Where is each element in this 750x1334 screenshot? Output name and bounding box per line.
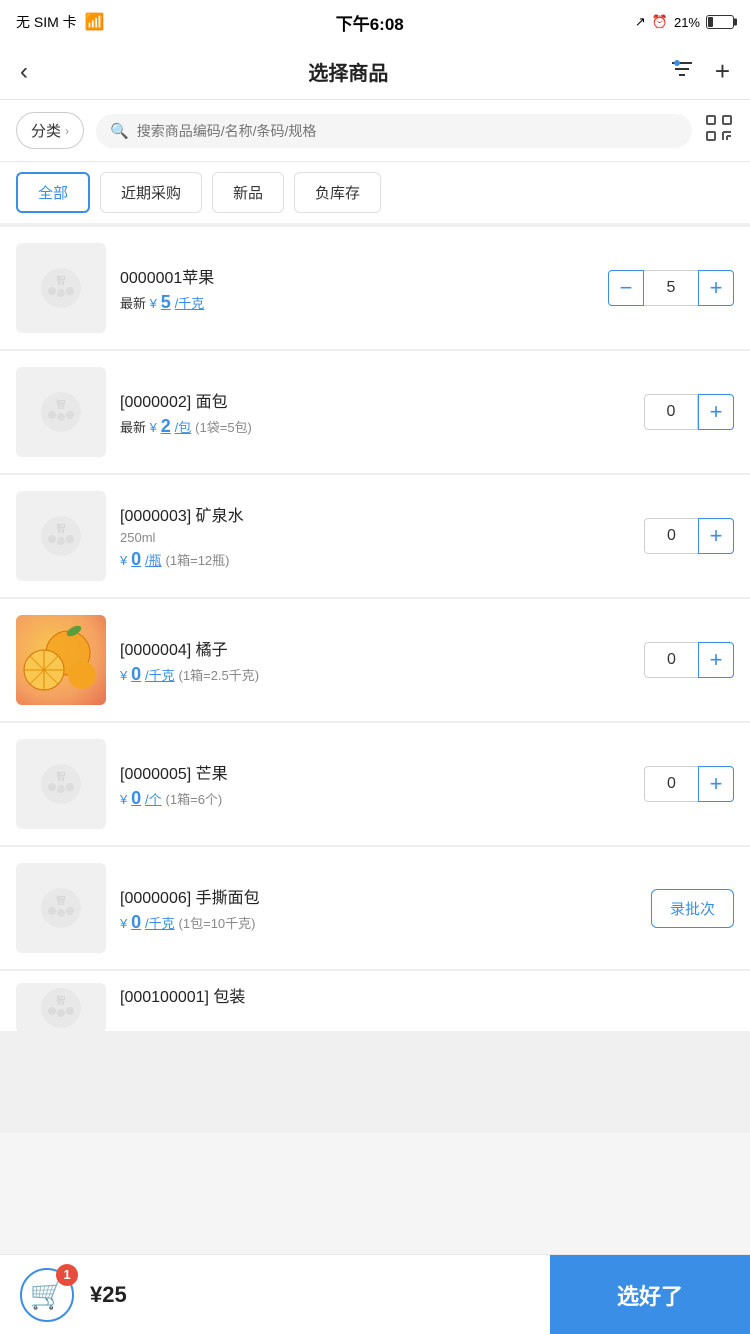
status-carrier: 无 SIM 卡 📶 — [16, 12, 105, 32]
tab-negative[interactable]: 负库存 — [294, 172, 381, 213]
product-price: ¥ 0 /千克 (1包=10千克) — [120, 912, 637, 933]
quantity-input[interactable] — [644, 766, 698, 802]
chevron-icon: › — [65, 124, 69, 138]
product-details: [0000003] 矿泉水 250ml ¥ 0 /瓶 (1箱=12瓶) — [120, 502, 630, 570]
tab-recent[interactable]: 近期采购 — [100, 172, 202, 213]
cart-icon[interactable]: 🛒 1 — [20, 1268, 74, 1322]
product-price: ¥ 0 /个 (1箱=6个) — [120, 788, 630, 809]
product-details: [0000004] 橘子 ¥ 0 /千克 (1箱=2.5千克) — [120, 636, 630, 685]
status-time: 下午6:08 — [336, 10, 404, 35]
nav-bar: ‹ 选择商品 + — [0, 44, 750, 100]
list-item: 智 [0000005] 芒果 ¥ 0 /个 (1箱=6个) + — [0, 723, 750, 845]
quantity-control: + — [644, 766, 734, 802]
quantity-input[interactable] — [644, 270, 698, 306]
product-price: ¥ 0 /千克 (1箱=2.5千克) — [120, 664, 630, 685]
confirm-button[interactable]: 选好了 — [550, 1255, 750, 1334]
product-thumbnail: 智 — [16, 367, 106, 457]
product-price: ¥ 0 /瓶 (1箱=12瓶) — [120, 549, 630, 570]
product-name: [0000002] 面包 — [120, 388, 630, 412]
svg-text:智: 智 — [56, 894, 66, 907]
quantity-control: − + — [608, 270, 734, 306]
product-thumbnail: 智 — [16, 243, 106, 333]
product-details: [0000006] 手撕面包 ¥ 0 /千克 (1包=10千克) — [120, 884, 637, 933]
search-icon: 🔍 — [110, 122, 129, 140]
tabs-bar: 全部 近期采购 新品 负库存 — [0, 162, 750, 227]
svg-text:智: 智 — [56, 398, 66, 411]
product-details: [0000002] 面包 最新 ¥ 2 /包 (1袋=5包) — [120, 388, 630, 437]
search-box: 🔍 — [96, 114, 692, 148]
tab-new[interactable]: 新品 — [212, 172, 284, 213]
product-name: 0000001苹果 — [120, 264, 594, 288]
product-details: [0000005] 芒果 ¥ 0 /个 (1箱=6个) — [120, 760, 630, 809]
battery-text: 21% — [674, 15, 700, 30]
location-icon: ↗ — [635, 14, 646, 30]
quantity-input[interactable] — [644, 394, 698, 430]
product-price: 最新 ¥ 2 /包 (1袋=5包) — [120, 416, 630, 437]
product-name: [000100001] 包装 — [120, 983, 734, 1007]
quantity-control: + — [644, 518, 734, 554]
category-label: 分类 — [31, 120, 61, 141]
product-price: 最新 ¥ 5 /千克 — [120, 292, 594, 313]
list-item: 智 0000001苹果 最新 ¥ 5 /千克 − + — [0, 227, 750, 349]
increment-button[interactable]: + — [698, 518, 734, 554]
list-item: 智 [0000006] 手撕面包 ¥ 0 /千克 (1包=10千克) 录批次 — [0, 847, 750, 969]
product-details: [000100001] 包装 — [120, 983, 734, 1011]
product-list: 智 0000001苹果 最新 ¥ 5 /千克 − + — [0, 227, 750, 1133]
page-title: 选择商品 — [308, 57, 388, 86]
filter-icon[interactable] — [669, 56, 695, 88]
add-icon[interactable]: + — [715, 56, 730, 87]
quantity-input[interactable] — [644, 642, 698, 678]
category-button[interactable]: 分类 › — [16, 112, 84, 149]
product-thumbnail: 智 — [16, 863, 106, 953]
nav-actions: + — [669, 56, 730, 88]
batch-button[interactable]: 录批次 — [651, 889, 734, 928]
alarm-icon: ⏰ — [652, 14, 668, 30]
quantity-input[interactable] — [644, 518, 698, 554]
cart-total: ¥25 — [90, 1282, 127, 1308]
svg-text:智: 智 — [56, 770, 66, 783]
battery-icon — [706, 15, 734, 29]
product-name: [0000005] 芒果 — [120, 760, 630, 784]
increment-button[interactable]: + — [698, 766, 734, 802]
list-item: [0000004] 橘子 ¥ 0 /千克 (1箱=2.5千克) + — [0, 599, 750, 721]
filter-bar: 分类 › 🔍 — [0, 100, 750, 162]
list-item: 智 [0000003] 矿泉水 250ml ¥ 0 /瓶 (1箱=12瓶) + — [0, 475, 750, 597]
status-bar: 无 SIM 卡 📶 下午6:08 ↗ ⏰ 21% — [0, 0, 750, 44]
decrement-button[interactable]: − — [608, 270, 644, 306]
increment-button[interactable]: + — [698, 394, 734, 430]
product-thumbnail: 智 — [16, 491, 106, 581]
wifi-icon: 📶 — [85, 12, 105, 32]
product-details: 0000001苹果 最新 ¥ 5 /千克 — [120, 264, 594, 313]
list-item: 智 [000100001] 包装 — [0, 971, 750, 1031]
product-thumbnail: 智 — [16, 739, 106, 829]
quantity-control: + — [644, 642, 734, 678]
svg-text:智: 智 — [56, 522, 66, 535]
product-name: [0000003] 矿泉水 — [120, 502, 630, 526]
bottom-bar: 🛒 1 ¥25 选好了 — [0, 1254, 750, 1334]
search-input[interactable] — [137, 123, 678, 139]
product-name: [0000004] 橘子 — [120, 636, 630, 660]
svg-text:智: 智 — [56, 994, 66, 1007]
product-spec: 250ml — [120, 530, 630, 545]
cart-badge: 1 — [56, 1264, 78, 1286]
status-right: ↗ ⏰ 21% — [635, 14, 734, 30]
product-thumbnail: 智 — [16, 983, 106, 1031]
carrier-text: 无 SIM 卡 — [16, 12, 77, 32]
svg-text:智: 智 — [56, 274, 66, 287]
list-item: 智 [0000002] 面包 最新 ¥ 2 /包 (1袋=5包) + — [0, 351, 750, 473]
scan-icon[interactable] — [704, 113, 734, 149]
back-button[interactable]: ‹ — [20, 58, 28, 86]
cart-area: 🛒 1 ¥25 — [20, 1268, 550, 1322]
tab-all[interactable]: 全部 — [16, 172, 90, 213]
increment-button[interactable]: + — [698, 270, 734, 306]
quantity-control: + — [644, 394, 734, 430]
product-thumbnail — [16, 615, 106, 705]
increment-button[interactable]: + — [698, 642, 734, 678]
product-name: [0000006] 手撕面包 — [120, 884, 637, 908]
